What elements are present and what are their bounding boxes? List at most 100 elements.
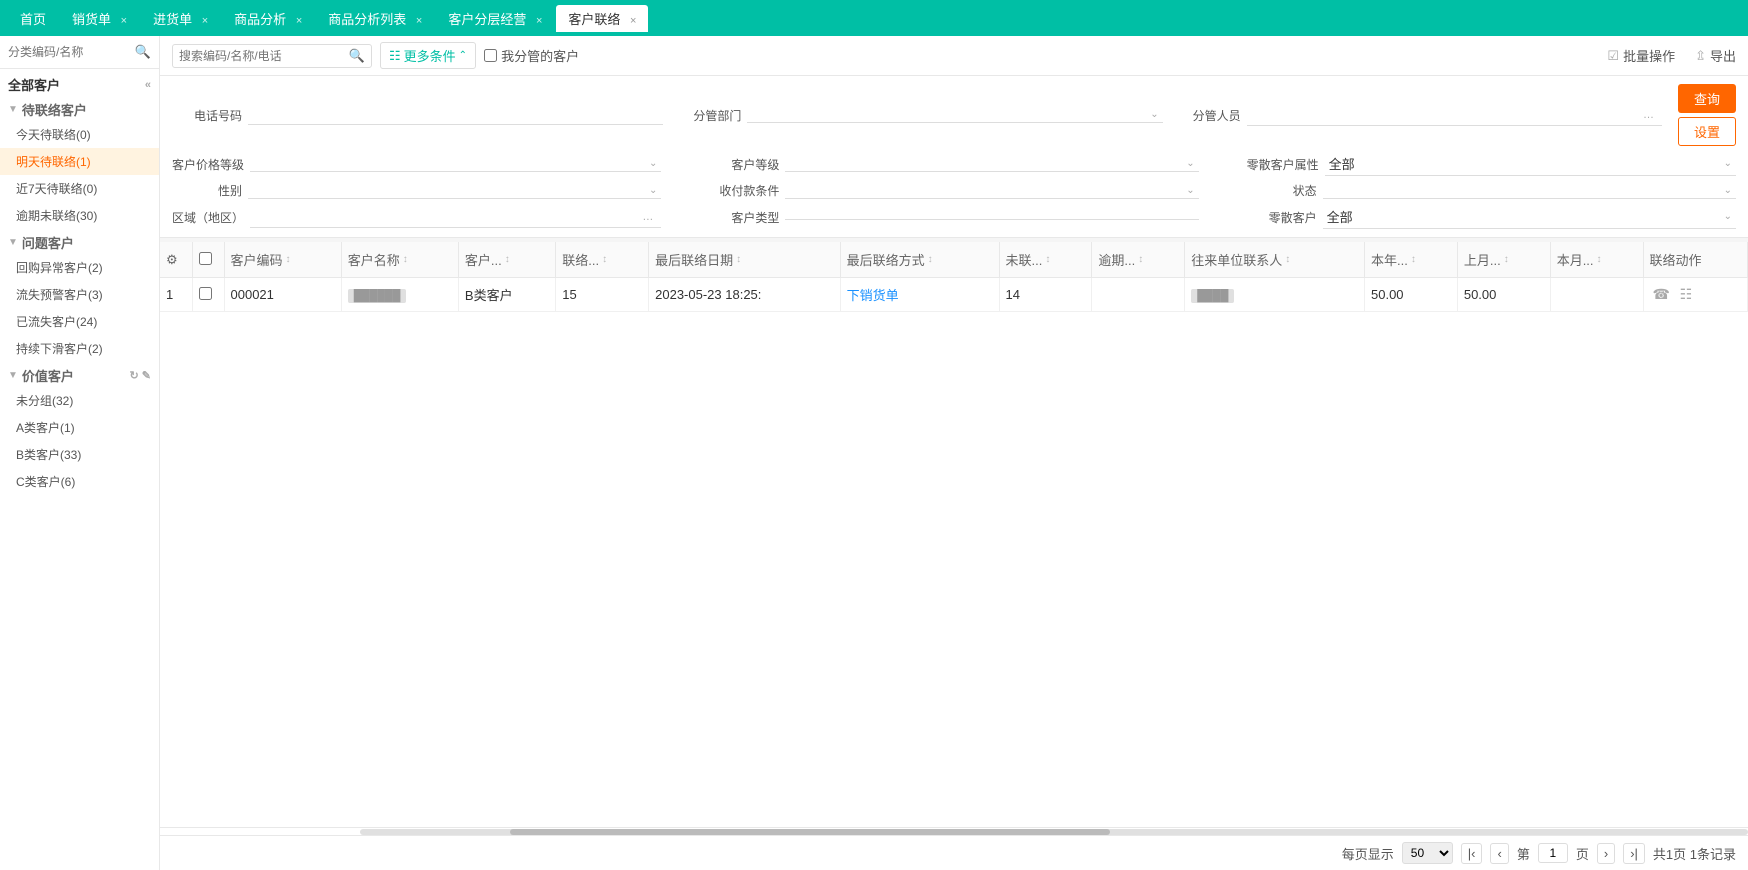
- th-last-month-sort[interactable]: 上月... ↕: [1464, 250, 1544, 269]
- contact-call-icon[interactable]: ☎: [1653, 286, 1670, 302]
- th-name-sort[interactable]: 客户名称 ↕: [348, 250, 452, 269]
- nav-sales-close[interactable]: ×: [121, 15, 127, 27]
- nav-sales[interactable]: 销货单 ×: [60, 5, 139, 32]
- filter-icon: ☷: [389, 48, 401, 64]
- page-first-button[interactable]: |‹: [1461, 843, 1483, 864]
- sidebar-all-customers-collapse-icon: «: [145, 79, 151, 91]
- page-number-input[interactable]: [1538, 843, 1568, 863]
- filter-gender-select[interactable]: ⌄: [248, 183, 661, 199]
- nav-customer-tier[interactable]: 客户分层经营 ×: [436, 5, 554, 32]
- sidebar-item-churned[interactable]: 已流失客户(24): [0, 308, 159, 335]
- more-filter-button[interactable]: ☷ 更多条件 ⌃: [380, 42, 476, 69]
- td-this-year: 50.00: [1365, 278, 1458, 312]
- horizontal-scrollbar[interactable]: [160, 827, 1748, 835]
- th-last-month: 上月... ↕: [1457, 242, 1550, 278]
- nav-customer-tier-close[interactable]: ×: [536, 15, 542, 27]
- th-checkbox[interactable]: [192, 242, 224, 278]
- sidebar-value-tri: ▼: [8, 370, 18, 381]
- batch-ops-button[interactable]: ☑ 批量操作: [1607, 46, 1675, 65]
- td-contact-count: 15: [556, 278, 649, 312]
- th-this-year-sort[interactable]: 本年... ↕: [1371, 250, 1451, 269]
- filter-gender-arrow-icon: ⌄: [649, 185, 657, 196]
- filter-person-more-icon[interactable]: …: [1639, 107, 1658, 123]
- sidebar-item-overdue[interactable]: 逾期未联络(30): [0, 202, 159, 229]
- td-checkbox[interactable]: [192, 278, 224, 312]
- export-button[interactable]: ⇫ 导出: [1695, 46, 1736, 65]
- filter-status-select[interactable]: ⌄: [1323, 183, 1736, 199]
- filter-retail-attr-select[interactable]: 全部 ⌄: [1325, 152, 1736, 176]
- nav-purchase[interactable]: 进货单 ×: [141, 5, 220, 32]
- batch-checkbox-icon: ☑: [1607, 48, 1619, 64]
- search-input[interactable]: [179, 49, 345, 63]
- table-select-all-checkbox[interactable]: [199, 252, 212, 265]
- page-last-button[interactable]: ›|: [1623, 843, 1645, 864]
- filter-payment-select[interactable]: ⌄: [785, 183, 1198, 199]
- sidebar-item-today[interactable]: 今天待联络(0): [0, 121, 159, 148]
- sidebar-item-b-class[interactable]: B类客户(33): [0, 441, 159, 468]
- th-this-month-sort[interactable]: 本月... ↕: [1557, 250, 1637, 269]
- contact-more-icon[interactable]: ☷: [1680, 286, 1693, 302]
- sidebar-group-value[interactable]: ▼ 价值客户 ↻ ✎: [0, 362, 159, 387]
- th-this-month-sort-icon: ↕: [1597, 254, 1602, 265]
- customer-table: ⚙ 客户编码 ↕ 客户名称: [160, 242, 1748, 312]
- th-last-method-sort[interactable]: 最后联络方式 ↕: [847, 250, 993, 269]
- query-button[interactable]: 查询: [1678, 84, 1736, 113]
- filter-field-retail-customer: 零散客户 全部 ⌄: [1247, 205, 1736, 229]
- sidebar-all-customers[interactable]: 全部客户 «: [0, 69, 159, 96]
- th-contact-person-sort[interactable]: 往来单位联系人 ↕: [1191, 250, 1358, 269]
- th-settings[interactable]: ⚙: [160, 242, 192, 278]
- th-code-sort[interactable]: 客户编码 ↕: [231, 250, 335, 269]
- row-checkbox[interactable]: [199, 287, 212, 300]
- sidebar-item-a-class[interactable]: A类客户(1): [0, 414, 159, 441]
- sidebar-group-pending[interactable]: ▼ 待联络客户: [0, 96, 159, 121]
- setting-button[interactable]: 设置: [1678, 117, 1736, 146]
- last-method-link[interactable]: 下销货单: [847, 288, 899, 303]
- filter-area-select[interactable]: …: [250, 207, 661, 228]
- sidebar-item-repurchase-abnormal[interactable]: 回购异常客户(2): [0, 254, 159, 281]
- sidebar-item-declining[interactable]: 持续下滑客户(2): [0, 335, 159, 362]
- td-name: ██████: [341, 278, 458, 312]
- nav-customer-contact[interactable]: 客户联络 ×: [556, 5, 648, 32]
- filter-retail-customer-select[interactable]: 全部 ⌄: [1323, 205, 1736, 229]
- td-type: B类客户: [458, 278, 555, 312]
- filter-dept-select[interactable]: ⌄: [747, 107, 1162, 123]
- filter-customer-level-select[interactable]: ⌄: [785, 156, 1198, 172]
- nav-home[interactable]: 首页: [8, 5, 58, 32]
- nav-product-analysis-list-close[interactable]: ×: [416, 15, 422, 27]
- sidebar-item-7days[interactable]: 近7天待联络(0): [0, 175, 159, 202]
- th-contact-count-sort[interactable]: 联络... ↕: [562, 250, 642, 269]
- td-unlinked: 14: [999, 278, 1092, 312]
- filter-phone-input[interactable]: [248, 106, 663, 125]
- sidebar-item-c-class[interactable]: C类客户(6): [0, 468, 159, 495]
- scrollbar-thumb[interactable]: [510, 829, 1110, 835]
- my-customers-checkbox-label[interactable]: 我分管的客户: [484, 46, 579, 65]
- filter-customer-type-select[interactable]: [785, 215, 1198, 220]
- nav-purchase-close[interactable]: ×: [202, 15, 208, 27]
- filter-customer-level-arrow-icon: ⌄: [1186, 158, 1194, 169]
- sidebar-item-ungrouped[interactable]: 未分组(32): [0, 387, 159, 414]
- th-last-date-sort[interactable]: 最后联络日期 ↕: [655, 250, 833, 269]
- settings-icon[interactable]: ⚙: [166, 252, 178, 267]
- th-type-sort[interactable]: 客户... ↕: [465, 250, 549, 269]
- nav-customer-contact-close[interactable]: ×: [630, 15, 636, 27]
- sidebar-item-churn-warning[interactable]: 流失预警客户(3): [0, 281, 159, 308]
- filter-row-3: 性别 ⌄ 收付款条件 ⌄ 状态: [172, 182, 1736, 199]
- search-icon[interactable]: 🔍: [349, 48, 365, 64]
- page-next-button[interactable]: ›: [1597, 843, 1615, 864]
- sidebar-group-problem[interactable]: ▼ 问题客户: [0, 229, 159, 254]
- page-prev-button[interactable]: ‹: [1490, 843, 1508, 864]
- filter-price-level-select[interactable]: ⌄: [250, 156, 661, 172]
- sidebar-item-tomorrow[interactable]: 明天待联络(1): [0, 148, 159, 175]
- sidebar-pending-tri: ▼: [8, 104, 18, 115]
- nav-product-analysis[interactable]: 商品分析 ×: [222, 5, 314, 32]
- my-customers-checkbox[interactable]: [484, 49, 497, 62]
- nav-product-analysis-list[interactable]: 商品分析列表 ×: [316, 5, 434, 32]
- sidebar-search-icon[interactable]: 🔍: [135, 44, 151, 60]
- nav-product-analysis-close[interactable]: ×: [296, 15, 302, 27]
- th-unlinked-sort[interactable]: 未联... ↕: [1006, 250, 1086, 269]
- per-page-select[interactable]: 50 100 200: [1402, 842, 1453, 864]
- filter-area-more-icon[interactable]: …: [638, 209, 657, 225]
- filter-person-select[interactable]: …: [1247, 105, 1662, 126]
- th-overdue-sort[interactable]: 逾期... ↕: [1098, 250, 1178, 269]
- sidebar-search-input[interactable]: [8, 45, 131, 59]
